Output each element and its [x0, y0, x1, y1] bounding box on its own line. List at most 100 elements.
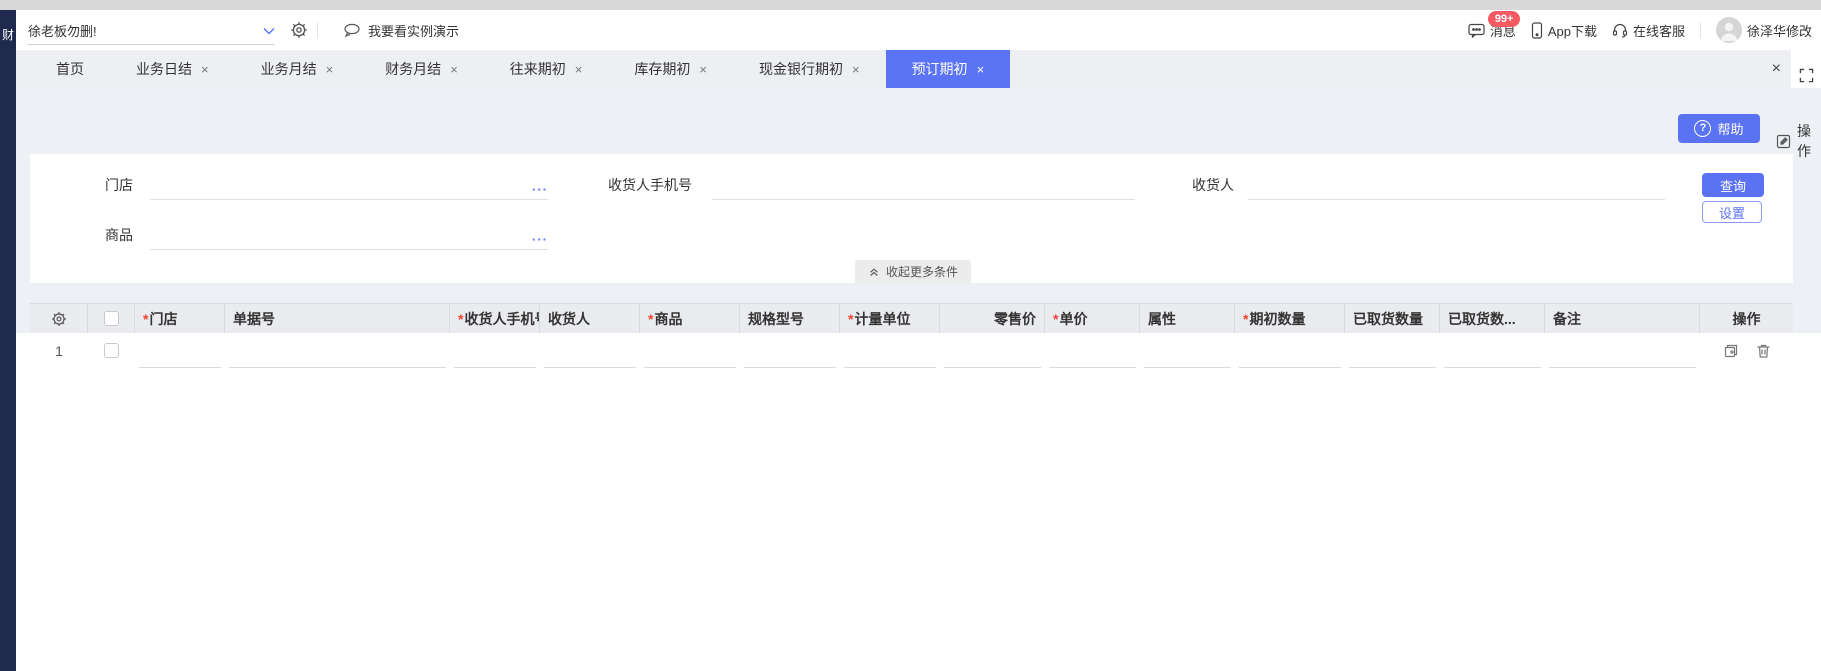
tab-close-icon[interactable]: × [852, 63, 860, 76]
delete-row-icon[interactable] [1756, 343, 1771, 359]
required-mark: * [1243, 310, 1249, 327]
row-select-cell [88, 333, 135, 368]
tab-label: 库存期初 [634, 61, 691, 77]
tab-finance-monthly-close[interactable]: 财务月结 × [359, 50, 484, 88]
messages-button[interactable]: 消息 99+ [1468, 10, 1521, 40]
tab-close-icon[interactable]: × [450, 63, 458, 76]
cell-attribute[interactable] [1140, 333, 1235, 368]
cell-unit[interactable] [840, 333, 940, 368]
cell-store[interactable] [135, 333, 225, 368]
store-more-icon[interactable]: ··· [532, 183, 548, 196]
help-button[interactable]: ? 帮助 [1678, 114, 1760, 143]
product-more-icon[interactable]: ··· [532, 233, 548, 246]
tab-business-monthly-close[interactable]: 业务月结 × [235, 50, 360, 88]
messages-badge: 99+ [1487, 10, 1521, 27]
cell-spec-model[interactable] [740, 333, 840, 368]
receiver-phone-label: 收货人手机号 [608, 177, 692, 193]
col-label: 期初数量 [1249, 310, 1306, 327]
required-mark: * [848, 310, 854, 327]
cell-unit-price[interactable] [1045, 333, 1140, 368]
double-chevron-up-icon [868, 266, 880, 278]
help-label: 帮助 [1717, 122, 1744, 137]
tab-close-icon[interactable]: × [575, 63, 583, 76]
col-label: 收货人 [548, 310, 590, 327]
cell-picked-qty[interactable] [1345, 333, 1440, 368]
tab-business-daily-close[interactable]: 业务日结 × [110, 50, 235, 88]
col-label: 门店 [149, 310, 178, 327]
select-all-cell [88, 304, 135, 333]
side-strip-label: 财 [1, 28, 14, 42]
col-label: 已取货数量 [1353, 310, 1423, 327]
cell-remark[interactable] [1545, 333, 1700, 368]
store-field: 门店 ··· [105, 173, 548, 200]
cell-opening-qty[interactable] [1235, 333, 1345, 368]
content-background [16, 333, 1821, 671]
cell-document-no[interactable] [225, 333, 450, 368]
close-all-tabs-icon[interactable]: × [1772, 50, 1781, 88]
col-label: 收货人手机号 [464, 310, 539, 327]
receiver-input[interactable] [1248, 173, 1665, 197]
cell-product[interactable] [640, 333, 740, 368]
demo-link[interactable]: 我要看实例演示 [343, 10, 459, 50]
col-attribute: 属性 [1140, 304, 1235, 333]
tab-close-icon[interactable]: × [977, 63, 985, 76]
cell-picked-qty-2[interactable] [1440, 333, 1545, 368]
tab-cash-bank-opening[interactable]: 现金银行期初 × [733, 50, 886, 88]
col-label: 商品 [654, 310, 683, 327]
tab-label: 业务日结 [136, 61, 192, 77]
gear-icon[interactable] [51, 311, 67, 327]
cell-retail-price[interactable] [940, 333, 1045, 368]
copy-row-icon[interactable] [1723, 343, 1739, 359]
query-button[interactable]: 查询 [1702, 173, 1764, 197]
tab-inventory-opening[interactable]: 库存期初 × [608, 50, 733, 88]
tab-home[interactable]: 首页 [30, 50, 110, 88]
tab-close-icon[interactable]: × [326, 63, 334, 76]
tab-label: 业务月结 [260, 61, 317, 77]
col-label: 操作 [1732, 310, 1761, 327]
phone-icon [1531, 21, 1543, 39]
store-input[interactable] [150, 173, 548, 197]
window-top-edge [0, 0, 1821, 10]
col-picked-qty-2: 已取货数... [1440, 304, 1545, 333]
account-name: 徐老板勿删! [28, 24, 97, 39]
cell-receiver[interactable] [540, 333, 640, 368]
chevron-down-icon [263, 27, 275, 35]
online-service-button[interactable]: 在线客服 [1612, 21, 1685, 40]
cell-receiver-phone[interactable] [450, 333, 540, 368]
collapse-filters-button[interactable]: 收起更多条件 [855, 260, 972, 283]
tab-reservation-opening[interactable]: 预订期初 × [885, 50, 1011, 88]
side-strip[interactable]: 财 [0, 10, 16, 671]
user-menu[interactable]: 徐泽华修改 [1715, 17, 1812, 43]
row-checkbox[interactable] [104, 343, 119, 358]
col-label: 规格型号 [748, 310, 804, 327]
table-header: * 门店 单据号 * 收货人手机号 收货人 * 商品 规格型号 *计量单位 零售价 *… [30, 303, 1793, 333]
col-document-no: 单据号 [225, 304, 450, 333]
topbar-divider [317, 22, 318, 38]
cell-actions [1700, 333, 1793, 368]
account-selector[interactable]: 徐老板勿删! [28, 17, 275, 45]
topbar: 徐老板勿删! 我要看实例演示 消息 99+ App下载 在线客服 徐泽华修改 [16, 10, 1821, 50]
topbar-right: 消息 99+ App下载 在线客服 徐泽华修改 [1468, 10, 1812, 50]
col-label: 零售价 [994, 310, 1036, 327]
edit-icon [1776, 134, 1791, 149]
settings-button[interactable]: 设置 [1702, 201, 1762, 223]
receiver-phone-field: 收货人手机号 [608, 173, 1135, 200]
receiver-label: 收货人 [1192, 177, 1234, 193]
product-field: 商品 ··· [105, 223, 548, 250]
gear-icon[interactable] [290, 21, 308, 39]
filter-panel: 门店 ··· 收货人手机号 收货人 商品 ··· 查询 设置 收起更多条件 [30, 154, 1793, 283]
tab-close-icon[interactable]: × [699, 63, 707, 76]
demo-bubble-icon [343, 23, 361, 37]
tab-ar-ap-opening[interactable]: 往来期初 × [484, 50, 609, 88]
headset-icon [1612, 22, 1628, 38]
tab-close-icon[interactable]: × [201, 63, 209, 76]
tabbar: 首页 业务日结 × 业务月结 × 财务月结 × 往来期初 × 库存期初 × 现金… [16, 50, 1821, 100]
col-opening-qty: * 期初数量 [1235, 304, 1345, 333]
app-download-button[interactable]: App下载 [1531, 21, 1597, 40]
receiver-phone-input[interactable] [712, 173, 1135, 197]
receiver-field: 收货人 [1192, 173, 1665, 200]
product-input[interactable] [150, 223, 548, 247]
col-unit: * 计量单位 [840, 304, 940, 333]
required-mark: * [1053, 310, 1059, 327]
select-all-checkbox[interactable] [103, 311, 119, 326]
